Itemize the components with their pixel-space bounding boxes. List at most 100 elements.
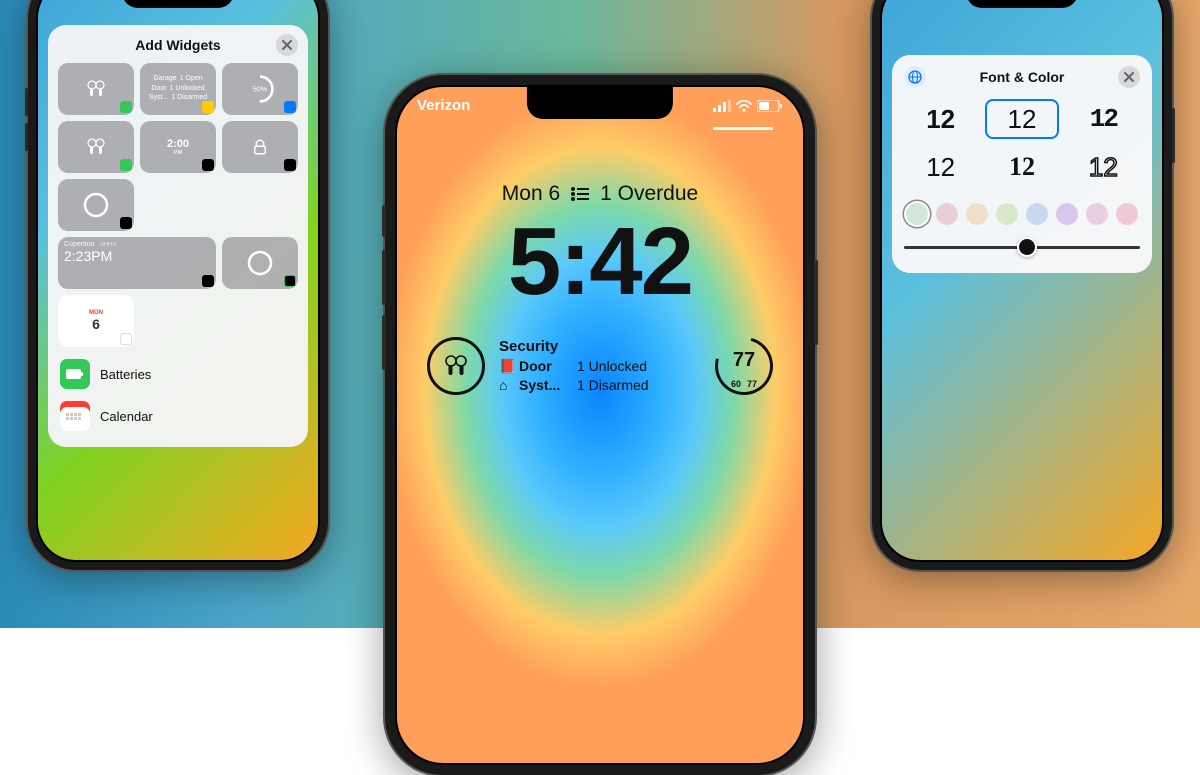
intensity-slider[interactable] (904, 239, 1140, 255)
widget-airpods[interactable] (58, 121, 134, 173)
notch (122, 0, 234, 8)
wifi-icon (736, 100, 752, 112)
widget-calendar[interactable]: MON 6 (58, 295, 134, 347)
font-option-regular[interactable]: 12 (985, 99, 1058, 139)
widget-badge (284, 275, 296, 287)
font-color-panel: Font & Color 12 12 12 12 12 12 (892, 55, 1152, 273)
phone-center: Verizon Mon 6 1 Overdue 5:42 Security 📕D… (385, 75, 815, 775)
temp-range: 60 77 (715, 379, 773, 389)
globe-icon (908, 70, 922, 84)
panel-title: Add Widgets (135, 37, 220, 53)
volume-down-button[interactable] (382, 315, 386, 370)
screen-right: Font & Color 12 12 12 12 12 12 (882, 0, 1162, 560)
font-option-serif[interactable]: 12 (985, 147, 1058, 187)
add-widgets-panel: Add Widgets Garage 1 Open Door 1 Unlocke… (48, 25, 308, 447)
screen-left: Add Widgets Garage 1 Open Door 1 Unlocke… (38, 0, 318, 560)
calendar-grid-icon (65, 413, 85, 425)
widget-badge (202, 275, 214, 287)
app-row-batteries[interactable]: Batteries (58, 355, 298, 393)
calendar-app-icon (60, 401, 90, 431)
svg-text:50%: 50% (253, 86, 268, 94)
widget-badge (120, 159, 132, 171)
battery-icon (66, 369, 84, 379)
color-swatch[interactable] (996, 203, 1018, 225)
power-button[interactable] (814, 260, 818, 345)
widget-clock[interactable]: 2:00 PM (140, 121, 216, 173)
power-button[interactable] (1172, 108, 1175, 163)
ring-icon (81, 190, 111, 220)
widget-badge (202, 159, 214, 171)
color-swatch[interactable] (1056, 203, 1078, 225)
color-row (904, 203, 1140, 225)
mute-switch[interactable] (382, 205, 386, 237)
screen-center: Verizon Mon 6 1 Overdue 5:42 Security 📕D… (397, 87, 803, 763)
color-swatch[interactable] (936, 203, 958, 225)
airpods-icon (84, 77, 108, 101)
lock-widget-weather[interactable]: 77 60 77 (715, 337, 773, 395)
font-option-thin[interactable]: 12 (904, 147, 977, 187)
status-icons (713, 100, 783, 112)
carrier-label: Verizon (417, 97, 470, 114)
color-swatch[interactable] (1116, 203, 1138, 225)
batteries-app-icon (60, 359, 90, 389)
lock-icon (251, 138, 269, 156)
widget-badge (284, 159, 296, 171)
widget-activity-ring[interactable] (222, 237, 298, 289)
widget-badge (120, 333, 132, 345)
ring-icon (245, 248, 275, 278)
close-button[interactable] (276, 34, 298, 56)
slider-thumb[interactable] (1017, 237, 1037, 257)
volume-down-button[interactable] (25, 123, 28, 151)
widget-circle[interactable] (58, 179, 134, 231)
lock-widgets-row: Security 📕Door1 Unlocked ⌂Syst...1 Disar… (427, 337, 773, 395)
list-icon (570, 186, 590, 202)
lock-widget-security[interactable]: Security 📕Door1 Unlocked ⌂Syst...1 Disar… (499, 337, 701, 395)
close-icon (1124, 72, 1134, 82)
volume-up-button[interactable] (382, 250, 386, 305)
font-option-slab[interactable]: 12 (1067, 99, 1140, 139)
temp-now: 77 (715, 349, 773, 372)
notch (966, 0, 1078, 8)
widget-world-clock[interactable]: Cupertino -3HRS 2:23PM (58, 237, 216, 289)
app-list: Batteries Calendar (58, 355, 298, 435)
color-swatch[interactable] (1026, 203, 1048, 225)
widget-badge (284, 101, 296, 113)
close-button[interactable] (1118, 66, 1140, 88)
panel-header: Add Widgets (58, 37, 298, 53)
panel-title: Font & Color (980, 69, 1065, 85)
focus-indicator (713, 127, 773, 130)
color-swatch[interactable] (966, 203, 988, 225)
widget-battery-gauge[interactable]: 50% (222, 63, 298, 115)
reminder-label: 1 Overdue (600, 182, 698, 206)
widget-airpods[interactable] (58, 63, 134, 115)
lock-date-row[interactable]: Mon 6 1 Overdue (397, 182, 803, 206)
font-option-outline[interactable]: 12 (1067, 147, 1140, 187)
battery-icon (757, 100, 783, 112)
globe-button[interactable] (904, 66, 926, 88)
widget-badge (120, 217, 132, 229)
font-option-bold[interactable]: 12 (904, 99, 977, 139)
color-swatch[interactable] (1086, 203, 1108, 225)
widget-grid: Garage 1 Open Door 1 Unlocked Syst... 1 … (58, 63, 298, 347)
widget-badge (202, 101, 214, 113)
lock-time[interactable]: 5:42 (397, 207, 803, 317)
widget-badge (120, 101, 132, 113)
panel-header: Font & Color (904, 69, 1140, 85)
color-swatch[interactable] (906, 203, 928, 225)
airpods-icon (441, 351, 471, 381)
date-label: Mon 6 (502, 182, 560, 206)
widget-lock[interactable] (222, 121, 298, 173)
app-row-calendar[interactable]: Calendar (58, 397, 298, 435)
phone-left: Add Widgets Garage 1 Open Door 1 Unlocke… (28, 0, 328, 570)
notch (527, 87, 673, 119)
widget-security-small[interactable]: Garage 1 Open Door 1 Unlocked Syst... 1 … (140, 63, 216, 115)
signal-icon (713, 100, 731, 112)
font-grid: 12 12 12 12 12 12 (904, 99, 1140, 187)
airpods-icon (84, 135, 108, 159)
lock-widget-airpods[interactable] (427, 337, 485, 395)
volume-up-button[interactable] (25, 88, 28, 116)
close-icon (282, 40, 292, 50)
security-title: Security (499, 337, 701, 357)
phone-right: Font & Color 12 12 12 12 12 12 (872, 0, 1172, 570)
gauge-icon: 50% (244, 73, 276, 105)
